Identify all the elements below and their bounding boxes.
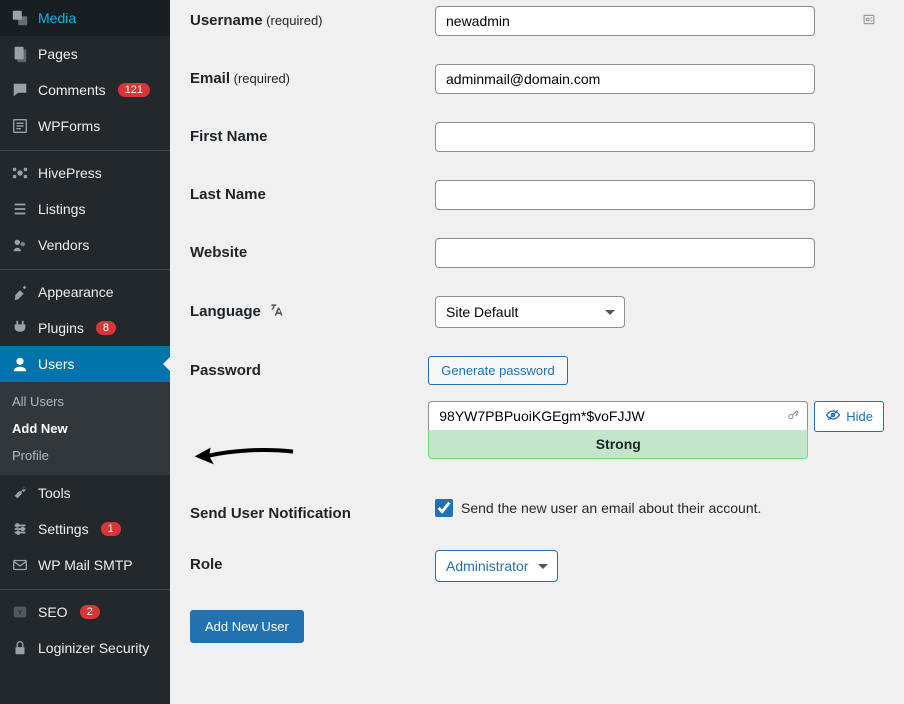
- sidebar-item-settings[interactable]: Settings 1: [0, 511, 170, 547]
- label-username: Username (required): [190, 6, 435, 29]
- email-input[interactable]: [435, 64, 815, 94]
- sidebar-item-label: SEO: [38, 604, 68, 620]
- listings-icon: [10, 199, 30, 219]
- eye-slash-icon: [825, 407, 841, 426]
- sidebar-item-users[interactable]: Users: [0, 346, 170, 382]
- hide-password-button[interactable]: Hide: [814, 401, 884, 432]
- username-input[interactable]: [435, 6, 815, 36]
- subitem-add-new[interactable]: Add New: [0, 415, 170, 442]
- admin-sidebar: Media Pages Comments 121 WPForms Hive: [0, 0, 170, 704]
- sidebar-item-wpmailsmtp[interactable]: WP Mail SMTP: [0, 547, 170, 583]
- add-user-form: Username (required) Email (required) Fir…: [170, 0, 904, 704]
- sidebar-item-label: WPForms: [38, 118, 100, 134]
- sidebar-item-wpforms[interactable]: WPForms: [0, 108, 170, 144]
- row-lastname: Last Name: [190, 180, 884, 210]
- sidebar-item-loginizer[interactable]: Loginizer Security: [0, 630, 170, 666]
- label-language: Language: [190, 296, 435, 322]
- lastname-input[interactable]: [435, 180, 815, 210]
- sidebar-item-hivepress[interactable]: HivePress: [0, 150, 170, 191]
- tools-icon: [10, 483, 30, 503]
- loginizer-icon: [10, 638, 30, 658]
- firstname-input[interactable]: [435, 122, 815, 152]
- sidebar-item-tools[interactable]: Tools: [0, 475, 170, 511]
- row-role: Role Administrator: [190, 550, 884, 582]
- seo-icon: Y: [10, 602, 30, 622]
- row-website: Website: [190, 238, 884, 268]
- sidebar-item-label: Users: [38, 356, 75, 372]
- label-role: Role: [190, 550, 435, 573]
- settings-badge: 1: [101, 522, 121, 536]
- label-firstname: First Name: [190, 122, 435, 145]
- row-email: Email (required): [190, 64, 884, 94]
- mail-icon: [10, 555, 30, 575]
- label-notification: Send User Notification: [190, 499, 435, 522]
- sidebar-item-plugins[interactable]: Plugins 8: [0, 310, 170, 346]
- settings-icon: [10, 519, 30, 539]
- language-select[interactable]: Site Default: [435, 296, 625, 328]
- sidebar-item-media[interactable]: Media: [0, 0, 170, 36]
- plugins-badge: 8: [96, 321, 116, 335]
- vendors-icon: [10, 235, 30, 255]
- users-icon: [10, 354, 30, 374]
- website-input[interactable]: [435, 238, 815, 268]
- label-lastname: Last Name: [190, 180, 435, 203]
- sidebar-item-vendors[interactable]: Vendors: [0, 227, 170, 263]
- sidebar-item-label: Loginizer Security: [38, 640, 149, 656]
- sidebar-item-comments[interactable]: Comments 121: [0, 72, 170, 108]
- sidebar-item-label: Plugins: [38, 320, 84, 336]
- translate-icon: [269, 305, 285, 322]
- sidebar-item-label: Pages: [38, 46, 78, 62]
- hivepress-icon: [10, 163, 30, 183]
- sidebar-item-pages[interactable]: Pages: [0, 36, 170, 72]
- sidebar-item-label: Settings: [38, 521, 89, 537]
- label-website: Website: [190, 238, 435, 261]
- comments-icon: [10, 80, 30, 100]
- comments-badge: 121: [118, 83, 150, 97]
- wpforms-icon: [10, 116, 30, 136]
- row-language: Language Site Default: [190, 296, 884, 328]
- media-icon: [10, 8, 30, 28]
- row-firstname: First Name: [190, 122, 884, 152]
- input-contact-icon: [862, 13, 876, 30]
- sidebar-item-label: Listings: [38, 201, 85, 217]
- seo-badge: 2: [80, 605, 100, 619]
- row-password: Password Generate password Strong: [190, 356, 884, 459]
- password-strength: Strong: [428, 430, 808, 459]
- row-username: Username (required): [190, 6, 884, 36]
- sidebar-item-label: WP Mail SMTP: [38, 557, 133, 573]
- subitem-all-users[interactable]: All Users: [0, 388, 170, 415]
- sidebar-item-label: Vendors: [38, 237, 89, 253]
- password-key-icon: [786, 407, 800, 424]
- sidebar-item-label: Media: [38, 10, 76, 26]
- plugins-icon: [10, 318, 30, 338]
- label-email: Email (required): [190, 64, 435, 87]
- appearance-icon: [10, 282, 30, 302]
- send-notification-checkbox[interactable]: [435, 499, 453, 517]
- row-notification: Send User Notification Send the new user…: [190, 499, 884, 522]
- sidebar-item-label: Tools: [38, 485, 71, 501]
- generate-password-button[interactable]: Generate password: [428, 356, 567, 385]
- sidebar-item-listings[interactable]: Listings: [0, 191, 170, 227]
- label-password: Password: [190, 356, 428, 379]
- pages-icon: [10, 44, 30, 64]
- subitem-profile[interactable]: Profile: [0, 442, 170, 469]
- sidebar-item-label: HivePress: [38, 165, 102, 181]
- sidebar-item-seo[interactable]: Y SEO 2: [0, 589, 170, 630]
- sidebar-item-label: Appearance: [38, 284, 114, 300]
- users-submenu: All Users Add New Profile: [0, 382, 170, 475]
- sidebar-item-appearance[interactable]: Appearance: [0, 269, 170, 310]
- sidebar-item-label: Comments: [38, 82, 106, 98]
- notification-desc: Send the new user an email about their a…: [461, 500, 761, 516]
- role-select[interactable]: Administrator: [435, 550, 558, 582]
- password-input[interactable]: [428, 401, 808, 430]
- add-new-user-button[interactable]: Add New User: [190, 610, 304, 643]
